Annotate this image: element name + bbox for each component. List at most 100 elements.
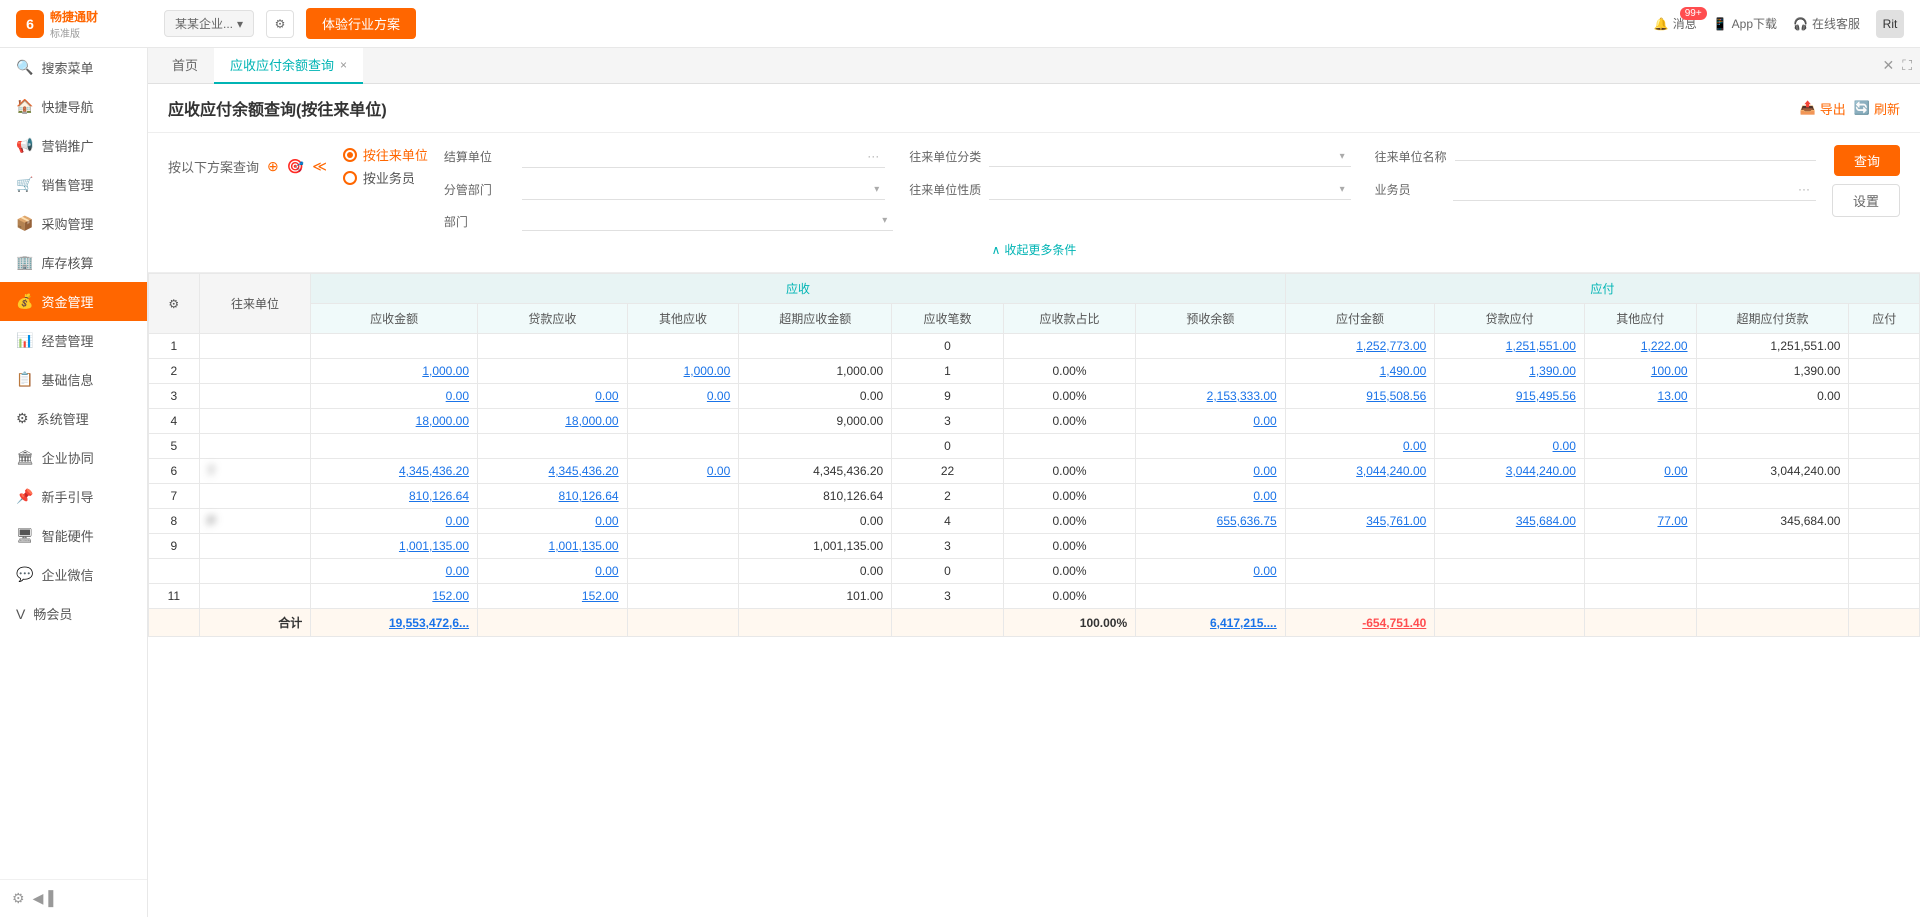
chevron-down-icon: ▾ [237,17,243,31]
col-ar-count: 应收笔数 [892,304,1004,334]
chevron-down-icon-section: ▾ [882,215,887,226]
col-ar-amount: 应收金额 [311,304,478,334]
col-ap-other: 其他应付 [1584,304,1696,334]
maximize-icon[interactable]: ⛶ [1902,57,1912,74]
app-download-button[interactable]: 📱 App下载 [1713,15,1777,32]
table-row: 11152.00152.00101.0030.00% [149,584,1920,609]
col-group-receivable: 应收 [311,274,1285,304]
chevron-down-icon-nature: ▾ [1340,184,1345,195]
workspace-selector[interactable]: 某某企业... ▾ [164,10,254,37]
col-ar-advance: 预收余额 [1136,304,1286,334]
sidebar-item-nav[interactable]: 🏠 快捷导航 [0,87,147,126]
collapse-sidebar-icon[interactable]: ◀▐ [33,890,54,907]
unit-name-input[interactable] [1455,152,1816,161]
sidebar-item-basic[interactable]: 📋 基础信息 [0,360,147,399]
radio-by-unit [343,148,357,162]
edit-filter-icon[interactable]: 🎯 [287,158,304,175]
collapse-more-conditions[interactable]: ∧ 收起更多条件 [168,235,1900,260]
gear-icon[interactable]: ⚙ [266,10,294,38]
tab-close-icon[interactable]: × [340,58,347,72]
export-icon: 📤 [1800,100,1816,116]
app-version: 标准版 [50,25,98,40]
search-area: 按以下方案查询 ⊕ 🎯 ≪ 按往来单位 按业务员 [148,133,1920,273]
unit-category-input[interactable]: ▾ [989,147,1350,167]
sidebar-item-sales[interactable]: 🛒 销售管理 [0,165,147,204]
sidebar-item-hardware[interactable]: 🖥 智能硬件 [0,516,147,555]
col-ar-other: 其他应收 [627,304,739,334]
hardware-icon: 🖥 [16,527,34,544]
marketing-icon: 📢 [16,137,33,154]
section-dept-input[interactable]: ▾ [522,211,893,231]
settings-button[interactable]: 设置 [1832,184,1900,217]
table-row: 91,001,135.001,001,135.001,001,135.0030.… [149,534,1920,559]
search-label: 按以下方案查询 [168,157,259,176]
table-row: 0.000.000.0000.00%0.00 [149,559,1920,584]
message-button[interactable]: 🔔 消息 99+ [1654,15,1697,32]
sidebar-item-inventory[interactable]: 🏢 库存核算 [0,243,147,282]
table-row: 101,252,773.001,251,551.001,222.001,251,… [149,334,1920,359]
col-ap-loan: 贷款应付 [1435,304,1585,334]
table-container: ⚙ 往来单位 应收 应付 应收金额 贷款应收 其他应收 超期应收金额 应收笔数 … [148,273,1920,917]
user-avatar[interactable]: Rit [1876,10,1904,38]
table-footer-row: 合计 19,553,472,6... 100.00% 6,417,215....… [149,609,1920,637]
corp-icon: 🏛 [16,449,34,466]
collapse-filter-icon[interactable]: ≪ [312,158,327,175]
home-icon: 🏠 [16,98,33,115]
col-settings[interactable]: ⚙ [149,274,200,334]
tab-balance[interactable]: 应收应付余额查询 × [214,48,363,84]
unit-nature-input[interactable]: ▾ [989,180,1350,200]
top-bar: 6 畅捷通财 标准版 某某企业... ▾ ⚙ 体验行业方案 🔔 消息 99+ 📱… [0,0,1920,48]
settings-bottom-icon[interactable]: ⚙ [12,890,25,907]
sidebar-item-finance[interactable]: 💰 资金管理 [0,282,147,321]
col-ar-loan: 贷款应收 [478,304,628,334]
sidebar-item-guide[interactable]: 📌 新手引导 [0,477,147,516]
footer-ap-amount[interactable]: -654,751.40 [1285,609,1435,637]
headset-icon: 🎧 [1793,17,1808,31]
topbar-center: 某某企业... ▾ ⚙ 体验行业方案 [164,8,1654,39]
tab-home[interactable]: 首页 [156,48,214,84]
footer-ar-advance[interactable]: 6,417,215.... [1136,609,1286,637]
sidebar-item-vip[interactable]: V 畅会员 [0,594,147,633]
sidebar-item-system[interactable]: ⚙ 系统管理 [0,399,147,438]
sidebar: 🔍 搜索菜单 🏠 快捷导航 📢 营销推广 🛒 销售管理 📦 采购管理 🏢 库存核… [0,48,148,917]
sidebar-item-purchase[interactable]: 📦 采购管理 [0,204,147,243]
sidebar-item-operations[interactable]: 📊 经营管理 [0,321,147,360]
logo-area: 6 畅捷通财 标准版 [16,8,164,40]
filter-options: 按往来单位 按业务员 [343,145,428,187]
option-by-staff[interactable]: 按业务员 [343,168,428,187]
sidebar-item-marketing[interactable]: 📢 营销推广 [0,126,147,165]
settlement-unit-input[interactable]: ··· [522,145,885,168]
col-ap-col: 应付 [1849,304,1920,334]
app-name: 畅捷通财 [50,8,98,25]
chevron-up-icon: ∧ [992,243,1001,257]
main-content: 首页 应收应付余额查询 × ✕ ⛶ 应收应付余额查询(按往来单位) 📤 导出 🔄 [148,48,1920,917]
main-layout: 🔍 搜索菜单 🏠 快捷导航 📢 营销推广 🛒 销售管理 📦 采购管理 🏢 库存核… [0,48,1920,917]
close-window-icon[interactable]: ✕ [1882,57,1894,74]
sidebar-item-search[interactable]: 🔍 搜索菜单 [0,48,147,87]
online-service-button[interactable]: 🎧 在线客服 [1793,15,1860,32]
page-header: 应收应付余额查询(按往来单位) 📤 导出 🔄 刷新 [148,84,1920,133]
query-button[interactable]: 查询 [1834,145,1900,176]
sidebar-item-corp[interactable]: 🏛 企业协同 [0,438,147,477]
table-row: 30.000.000.000.0090.00%2,153,333.00915,5… [149,384,1920,409]
salesperson-input[interactable]: ··· [1453,178,1816,201]
solution-button[interactable]: 体验行业方案 [306,8,416,39]
table-row: 21,000.001,000.001,000.0010.00%1,490.001… [149,359,1920,384]
chevron-down-icon-dept: ▾ [874,184,879,195]
topbar-right: 🔔 消息 99+ 📱 App下载 🎧 在线客服 Rit [1654,10,1904,38]
field-section-dept: 部门 ▾ [444,211,893,231]
col-ar-overdue: 超期应收金额 [739,304,892,334]
dots-icon: ··· [867,149,879,163]
inventory-icon: 🏢 [16,254,33,271]
refresh-icon: 🔄 [1854,100,1870,116]
search-icon: 🔍 [16,59,33,76]
field-unit-nature: 往来单位性质 ▾ [909,180,1350,200]
search-fields: 结算单位 ··· 往来单位分类 ▾ 往来单位名称 [444,145,1816,235]
refresh-button[interactable]: 🔄 刷新 [1854,99,1900,118]
footer-ar-amount[interactable]: 19,553,472,6... [311,609,478,637]
export-button[interactable]: 📤 导出 [1800,99,1846,118]
sidebar-item-wechat[interactable]: 💬 企业微信 [0,555,147,594]
add-filter-icon[interactable]: ⊕ [267,158,279,175]
dept-input[interactable]: ▾ [522,180,885,200]
option-by-unit[interactable]: 按往来单位 [343,145,428,164]
